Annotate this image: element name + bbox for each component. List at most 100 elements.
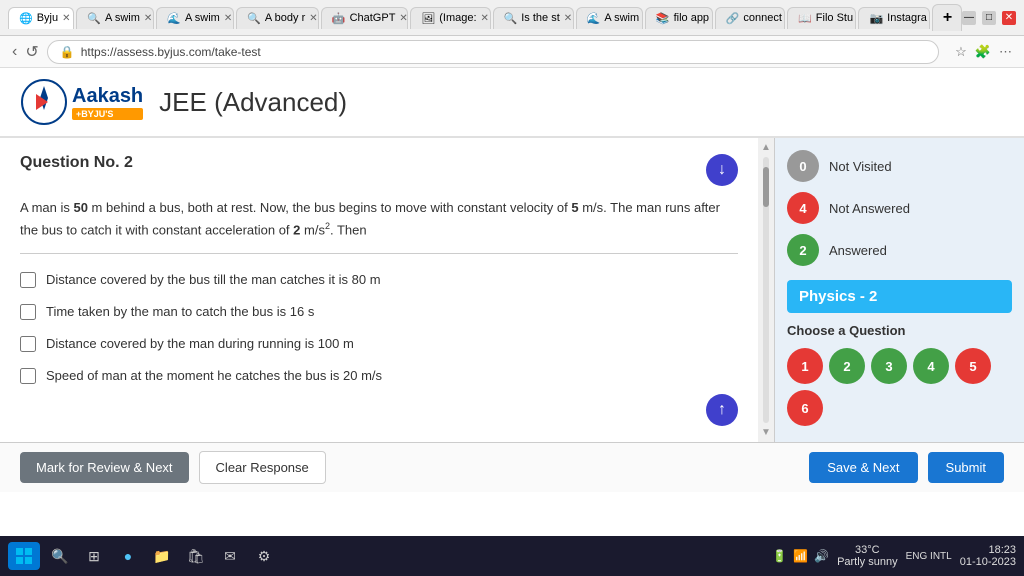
tab-close-icon[interactable]: ✕ — [399, 13, 407, 24]
scroll-track — [763, 157, 769, 423]
mark-review-button[interactable]: Mark for Review & Next — [20, 452, 189, 483]
option-a: Distance covered by the bus till the man… — [20, 272, 738, 288]
taskbar: 🔍 ⊞ ● 📁 🛍 ✉ ⚙ 🔋 📶 🔊 33°C Partly sunny EN… — [0, 536, 1024, 576]
taskbar-mail-icon[interactable]: ✉ — [216, 542, 244, 570]
battery-icon: 🔋 — [772, 549, 787, 563]
back-button[interactable]: ‹ — [12, 43, 17, 61]
subject-header: Physics - 2 — [787, 280, 1012, 313]
tab-label: ChatGPT — [350, 12, 396, 24]
center-scrollbar[interactable]: ▲ ▼ — [758, 138, 774, 442]
tab-connect[interactable]: 🔗 connect — [715, 7, 785, 29]
tab-swim3[interactable]: 🌊 A swim — [576, 7, 643, 29]
tab-active[interactable]: 🌐 Byju ✕ — [8, 7, 74, 29]
tab-label: (Image: — [439, 12, 476, 24]
option-d: Speed of man at the moment he catches th… — [20, 368, 738, 384]
start-button[interactable] — [8, 542, 40, 570]
tab-close-icon[interactable]: ✕ — [62, 13, 70, 24]
footer-right: Save & Next Submit — [809, 452, 1004, 483]
url-box[interactable]: 🔒 https://assess.byjus.com/take-test — [47, 40, 939, 64]
q-btn-6[interactable]: 6 — [787, 390, 823, 426]
minimize-button[interactable]: — — [962, 11, 976, 25]
time-display: 18:23 — [960, 544, 1016, 556]
scroll-thumb[interactable] — [763, 167, 769, 207]
tab-swim2[interactable]: 🌊 A swim ✕ — [156, 7, 234, 29]
tab-instagram[interactable]: 📷 Instagra — [858, 7, 929, 29]
q-btn-2[interactable]: 2 — [829, 348, 865, 384]
window-controls: — □ ✕ — [962, 11, 1016, 25]
logo-text: Aakash — [72, 85, 143, 108]
star-icon[interactable]: ☆ — [955, 44, 967, 60]
logo-area: Aakash +BYJU'S — [20, 78, 143, 126]
scroll-down-arrow[interactable]: ▼ — [761, 427, 771, 438]
taskbar-task-view-icon[interactable]: ⊞ — [80, 542, 108, 570]
q-btn-3[interactable]: 3 — [871, 348, 907, 384]
tab-is[interactable]: 🔍 Is the st ✕ — [493, 7, 574, 29]
q-btn-5[interactable]: 5 — [955, 348, 991, 384]
tab-body[interactable]: 🔍 A body r ✕ — [236, 7, 319, 29]
settings-icon[interactable]: ⋯ — [999, 44, 1012, 60]
tab-filo[interactable]: 📚 filo app — [645, 7, 713, 29]
reload-button[interactable]: ↺ — [25, 42, 38, 62]
option-b-checkbox[interactable] — [20, 304, 36, 320]
taskbar-system-icons: 🔋 📶 🔊 — [772, 549, 829, 563]
weather-desc: Partly sunny — [837, 556, 898, 568]
tab-label: A body r — [265, 12, 305, 24]
option-c-text: Distance covered by the man during runni… — [46, 336, 354, 351]
not-visited-label: Not Visited — [829, 159, 892, 174]
option-d-checkbox[interactable] — [20, 368, 36, 384]
option-c-checkbox[interactable] — [20, 336, 36, 352]
option-a-checkbox[interactable] — [20, 272, 36, 288]
not-visited-badge: 0 — [787, 150, 819, 182]
taskbar-lang: ENG INTL — [906, 551, 952, 562]
tab-label: Byju — [37, 12, 58, 24]
weather-temp: 33°C — [855, 544, 880, 556]
not-answered-label: Not Answered — [829, 201, 910, 216]
app-header: Aakash +BYJU'S JEE (Advanced) — [0, 68, 1024, 138]
clear-response-button[interactable]: Clear Response — [199, 451, 326, 484]
taskbar-search-icon[interactable]: 🔍 — [46, 542, 74, 570]
tab-label: A swim — [604, 12, 639, 24]
scroll-down-button[interactable]: ↓ — [706, 154, 738, 186]
option-list: Distance covered by the bus till the man… — [20, 272, 738, 384]
taskbar-store-icon[interactable]: 🛍 — [182, 542, 210, 570]
not-answered-badge: 4 — [787, 192, 819, 224]
tab-close-icon[interactable]: ✕ — [309, 13, 317, 24]
scroll-up-wrap: ↑ — [20, 394, 738, 426]
tab-close-icon[interactable]: ✕ — [481, 13, 489, 24]
tab-swim1[interactable]: 🔍 A swim ✕ — [76, 7, 154, 29]
save-next-button[interactable]: Save & Next — [809, 452, 917, 483]
exam-title: JEE (Advanced) — [159, 87, 347, 118]
tab-filo-study[interactable]: 📖 Filo Stu — [787, 7, 856, 29]
close-button[interactable]: ✕ — [1002, 11, 1016, 25]
submit-button[interactable]: Submit — [928, 452, 1004, 483]
date-display: 01-10-2023 — [960, 556, 1016, 568]
q-btn-1[interactable]: 1 — [787, 348, 823, 384]
tab-label: Filo Stu — [816, 12, 853, 24]
scroll-up-arrow[interactable]: ▲ — [761, 142, 771, 153]
option-d-text: Speed of man at the moment he catches th… — [46, 368, 382, 383]
question-panel: Question No. 2 ↓ A man is 50 m behind a … — [0, 138, 758, 442]
q-btn-4[interactable]: 4 — [913, 348, 949, 384]
tab-label: filo app — [674, 12, 709, 24]
tab-new[interactable]: + — [932, 4, 962, 31]
address-bar: ‹ ↺ 🔒 https://assess.byjus.com/take-test… — [0, 36, 1024, 68]
taskbar-right: 🔋 📶 🔊 33°C Partly sunny ENG INTL 18:23 0… — [772, 544, 1016, 568]
body-area: Question No. 2 ↓ A man is 50 m behind a … — [0, 138, 1024, 442]
tab-label: A swim — [185, 12, 220, 24]
tab-chatgpt[interactable]: 🤖 ChatGPT ✕ — [321, 7, 408, 29]
maximize-button[interactable]: □ — [982, 11, 996, 25]
tab-close-icon[interactable]: ✕ — [564, 13, 572, 24]
taskbar-settings-icon[interactable]: ⚙ — [250, 542, 278, 570]
tab-close-icon[interactable]: ✕ — [224, 13, 232, 24]
extension-icon[interactable]: 🧩 — [975, 44, 991, 60]
browser-titlebar: 🌐 Byju ✕ 🔍 A swim ✕ 🌊 A swim ✕ 🔍 A body … — [0, 0, 1024, 36]
scroll-up-button[interactable]: ↑ — [706, 394, 738, 426]
tab-close-icon[interactable]: ✕ — [144, 13, 152, 24]
tab-label: Instagra — [887, 12, 927, 24]
tab-image[interactable]: 🖼 (Image: ✕ — [410, 7, 490, 29]
question-header: Question No. 2 ↓ — [20, 154, 738, 186]
taskbar-chrome-icon[interactable]: ● — [114, 542, 142, 570]
question-text: A man is 50 m behind a bus, both at rest… — [20, 198, 738, 254]
taskbar-explorer-icon[interactable]: 📁 — [148, 542, 176, 570]
tab-bar: 🌐 Byju ✕ 🔍 A swim ✕ 🌊 A swim ✕ 🔍 A body … — [8, 4, 962, 31]
